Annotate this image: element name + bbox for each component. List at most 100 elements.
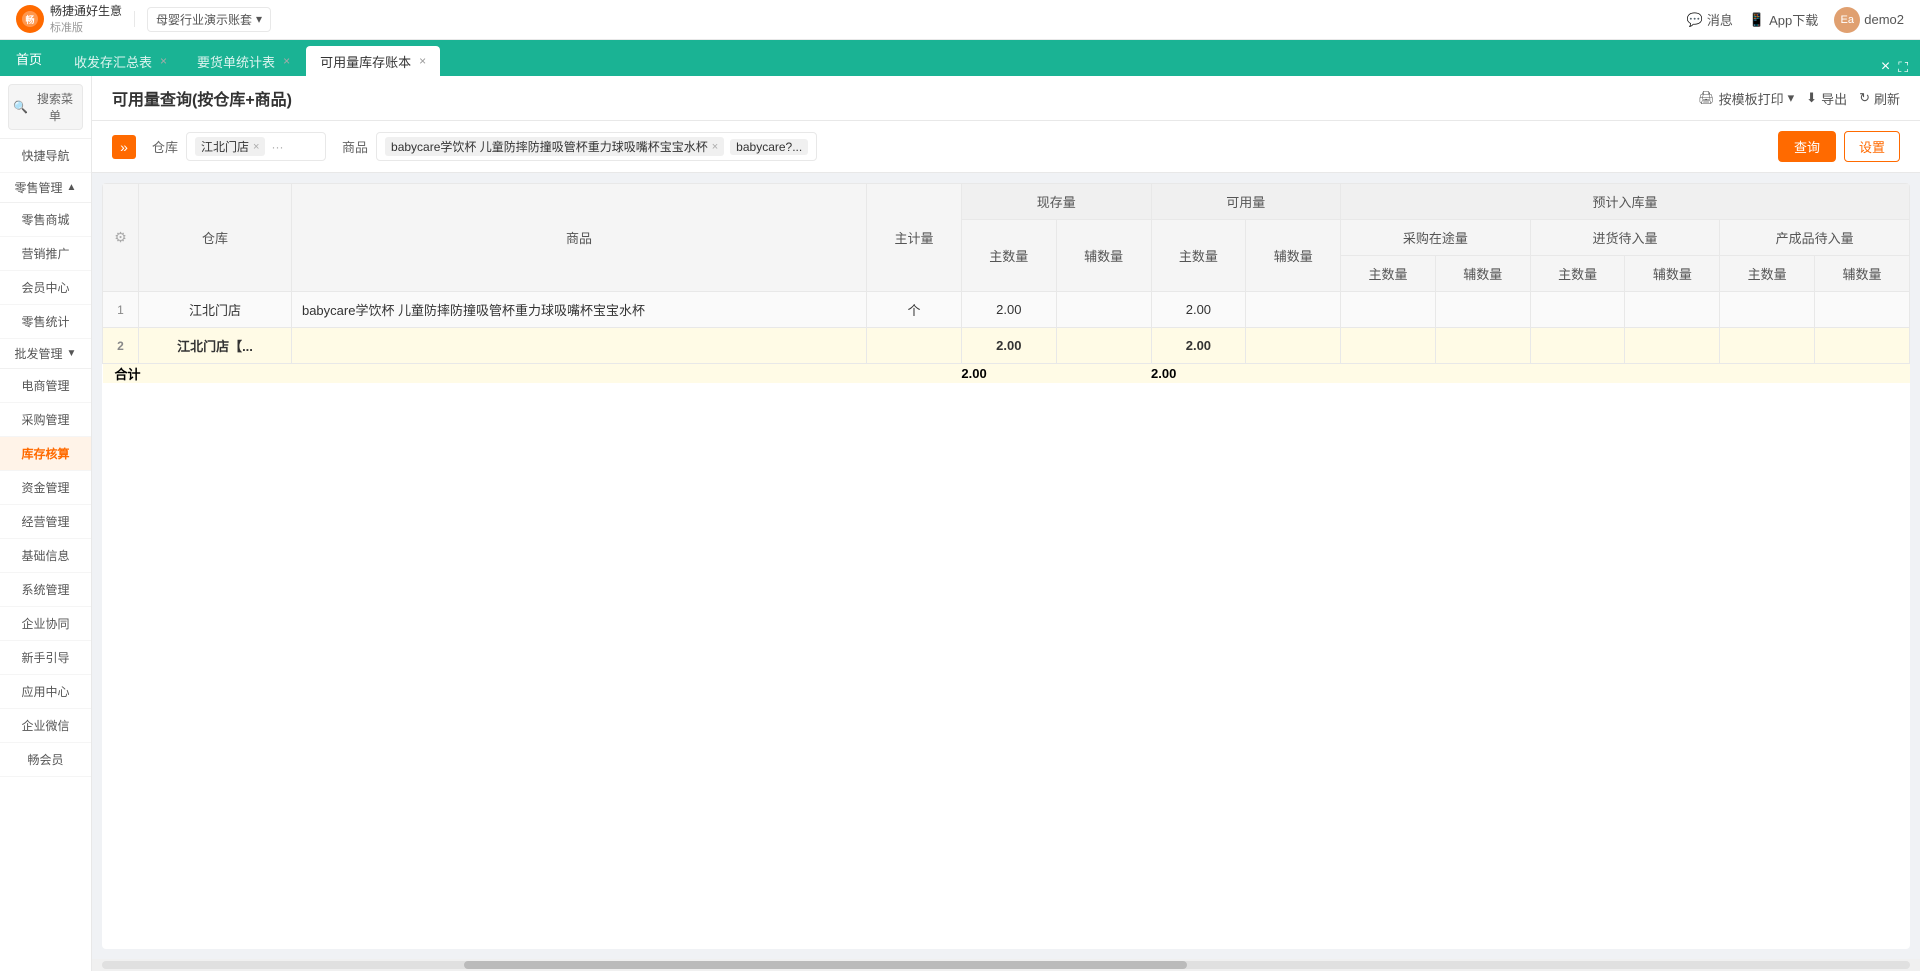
tab-bar-actions: × ⛶ bbox=[1881, 58, 1920, 76]
query-button[interactable]: 查询 bbox=[1778, 131, 1836, 162]
tab-income-expense[interactable]: 收发存汇总表 × bbox=[60, 46, 181, 76]
row-2-product bbox=[291, 328, 866, 364]
tab-home[interactable]: 首页 bbox=[0, 40, 58, 76]
tab-available-inventory[interactable]: 可用量库存账本 × bbox=[306, 46, 440, 76]
tab-income-expense-label: 收发存汇总表 bbox=[74, 52, 152, 71]
warehouse-input[interactable]: 江北门店 × ··· bbox=[186, 132, 326, 161]
settings-gear-icon[interactable]: ⚙ bbox=[114, 229, 127, 245]
export-btn[interactable]: ⬇ 导出 bbox=[1806, 89, 1847, 108]
tab-available-inventory-close[interactable]: × bbox=[419, 54, 426, 68]
top-bar-left: 畅 畅捷通好生意 标准版 母婴行业演示账套 ▾ bbox=[16, 4, 271, 34]
sidebar-item-basics[interactable]: 基础信息 bbox=[0, 539, 91, 573]
unit-col-header: 主计量 bbox=[867, 184, 962, 292]
sidebar-item-quick-nav[interactable]: 快捷导航 bbox=[0, 139, 91, 173]
sidebar-item-newbie[interactable]: 新手引导 bbox=[0, 641, 91, 675]
sidebar-item-retail-stats[interactable]: 零售统计 bbox=[0, 305, 91, 339]
row-2-pending-arrival-aux bbox=[1625, 328, 1720, 364]
sidebar-item-purchase[interactable]: 采购管理 bbox=[0, 403, 91, 437]
tab-close-all-icon[interactable]: × bbox=[1881, 58, 1890, 76]
sidebar: 🔍 搜索菜单 快捷导航 零售管理 ▲ 零售商城 营销推广 会员中心 零售统计 批… bbox=[0, 76, 92, 971]
row-1-current-main: 2.00 bbox=[961, 292, 1056, 328]
inventory-table: ⚙ 仓库 商品 主计量 现存量 可用量 预计入库量 主数量 辅数量 主数量 辅数… bbox=[102, 183, 1910, 383]
current-aux-col: 辅数量 bbox=[1056, 220, 1151, 292]
sidebar-item-inventory[interactable]: 库存核算 bbox=[0, 437, 91, 471]
retail-expand-icon: ▲ bbox=[67, 182, 77, 193]
warehouse-tag-close[interactable]: × bbox=[253, 141, 259, 153]
table-row: 2 江北门店【... 2.00 2.00 bbox=[103, 328, 1910, 364]
logo-icon: 畅 bbox=[16, 5, 44, 33]
total-purchase-transit-aux bbox=[1435, 364, 1530, 384]
forecast-in-col-header: 预计入库量 bbox=[1341, 184, 1910, 220]
table-row: 1 江北门店 babycare学饮杯 儿童防摔防撞吸管杯重力球吸嘴杯宝宝水杯 个… bbox=[103, 292, 1910, 328]
filter-toggle-btn[interactable]: » bbox=[112, 135, 136, 159]
avatar: Ea bbox=[1834, 7, 1860, 33]
sidebar-search-label: 搜索菜单 bbox=[32, 90, 78, 124]
sidebar-item-retail-mall[interactable]: 零售商城 bbox=[0, 203, 91, 237]
product-pending-aux-col: 辅数量 bbox=[1815, 256, 1910, 292]
sidebar-item-enterprise-wechat[interactable]: 企业微信 bbox=[0, 709, 91, 743]
sidebar-item-wholesale[interactable]: 批发管理 ▼ bbox=[0, 339, 91, 369]
table-header-row-1: ⚙ 仓库 商品 主计量 现存量 可用量 预计入库量 bbox=[103, 184, 1910, 220]
available-col-header: 可用量 bbox=[1151, 184, 1341, 220]
total-label: 合计 bbox=[103, 364, 962, 384]
tab-income-expense-close[interactable]: × bbox=[160, 54, 167, 68]
product-tag-2: babycare?... bbox=[730, 139, 808, 155]
scrollbar-thumb[interactable] bbox=[464, 961, 1187, 969]
product-tag-1: babycare学饮杯 儿童防摔防撞吸管杯重力球吸嘴杯宝宝水杯 × bbox=[385, 137, 724, 156]
message-label: 消息 bbox=[1707, 10, 1733, 29]
row-1-warehouse: 江北门店 bbox=[139, 292, 292, 328]
template-print-btn[interactable]: 🖨 按模板打印 ▾ bbox=[1698, 89, 1794, 108]
page-title: 可用量查询(按仓库+商品) bbox=[112, 86, 292, 110]
wholesale-expand-icon: ▼ bbox=[67, 348, 77, 359]
product-tag-1-close[interactable]: × bbox=[712, 141, 718, 153]
product-label: 商品 bbox=[342, 137, 368, 156]
table-area: ⚙ 仓库 商品 主计量 现存量 可用量 预计入库量 主数量 辅数量 主数量 辅数… bbox=[102, 183, 1910, 949]
purchase-transit-main-col: 主数量 bbox=[1341, 256, 1436, 292]
sidebar-item-app-center[interactable]: 应用中心 bbox=[0, 675, 91, 709]
app-download-btn[interactable]: 📱 App下载 bbox=[1749, 10, 1818, 29]
total-row: 合计 2.00 2.00 bbox=[103, 364, 1910, 384]
top-bar: 畅 畅捷通好生意 标准版 母婴行业演示账套 ▾ 💬 消息 📱 App下载 Ea … bbox=[0, 0, 1920, 40]
tab-order-stats[interactable]: 要货单统计表 × bbox=[183, 46, 304, 76]
settings-col-header[interactable]: ⚙ bbox=[103, 184, 139, 292]
sidebar-item-member-plus[interactable]: 畅会员 bbox=[0, 743, 91, 777]
purchase-transit-col-header: 采购在途量 bbox=[1341, 220, 1531, 256]
user-avatar-area[interactable]: Ea demo2 bbox=[1834, 7, 1904, 33]
current-main-col: 主数量 bbox=[961, 220, 1056, 292]
sidebar-item-ecommerce[interactable]: 电商管理 bbox=[0, 369, 91, 403]
sidebar-item-retail[interactable]: 零售管理 ▲ bbox=[0, 173, 91, 203]
filter-actions: 查询 设置 bbox=[1778, 131, 1900, 162]
total-purchase-transit-main bbox=[1341, 364, 1436, 384]
refresh-btn[interactable]: ↻ 刷新 bbox=[1859, 89, 1900, 108]
scrollbar-track[interactable] bbox=[102, 961, 1910, 969]
sidebar-item-members[interactable]: 会员中心 bbox=[0, 271, 91, 305]
sidebar-item-system[interactable]: 系统管理 bbox=[0, 573, 91, 607]
sidebar-item-operations[interactable]: 经营管理 bbox=[0, 505, 91, 539]
filter-area: » 仓库 江北门店 × ··· 商品 babycare学饮杯 儿童防摔防撞吸管杯… bbox=[92, 121, 1920, 173]
product-col-header: 商品 bbox=[291, 184, 866, 292]
search-icon: 🔍 bbox=[13, 100, 28, 114]
tab-order-stats-close[interactable]: × bbox=[283, 54, 290, 68]
row-1-available-main: 2.00 bbox=[1151, 292, 1246, 328]
product-pending-main-col: 主数量 bbox=[1720, 256, 1815, 292]
setting-button[interactable]: 设置 bbox=[1844, 131, 1900, 162]
phone-icon: 📱 bbox=[1749, 12, 1765, 28]
logo-text: 畅捷通好生意 bbox=[50, 4, 122, 18]
sidebar-item-finance[interactable]: 资金管理 bbox=[0, 471, 91, 505]
product-input[interactable]: babycare学饮杯 儿童防摔防撞吸管杯重力球吸嘴杯宝宝水杯 × babyca… bbox=[376, 132, 817, 161]
warehouse-more[interactable]: ··· bbox=[271, 140, 283, 154]
sidebar-item-enterprise[interactable]: 企业协同 bbox=[0, 607, 91, 641]
filter-toggle-icon: » bbox=[120, 139, 128, 155]
row-1-purchase-transit-aux bbox=[1435, 292, 1530, 328]
total-available-main: 2.00 bbox=[1151, 364, 1246, 384]
sidebar-item-marketing[interactable]: 营销推广 bbox=[0, 237, 91, 271]
row-2-purchase-transit-main bbox=[1341, 328, 1436, 364]
logo-area: 畅 畅捷通好生意 标准版 bbox=[16, 4, 122, 34]
pending-arrival-main-col: 主数量 bbox=[1530, 256, 1625, 292]
row-1-product-pending-main bbox=[1720, 292, 1815, 328]
sidebar-search-btn[interactable]: 🔍 搜索菜单 bbox=[8, 84, 83, 130]
tab-expand-icon[interactable]: ⛶ bbox=[1898, 59, 1908, 76]
industry-selector[interactable]: 母婴行业演示账套 ▾ bbox=[147, 7, 271, 32]
message-btn[interactable]: 💬 消息 bbox=[1687, 10, 1733, 29]
industry-label: 母婴行业演示账套 bbox=[156, 11, 252, 28]
